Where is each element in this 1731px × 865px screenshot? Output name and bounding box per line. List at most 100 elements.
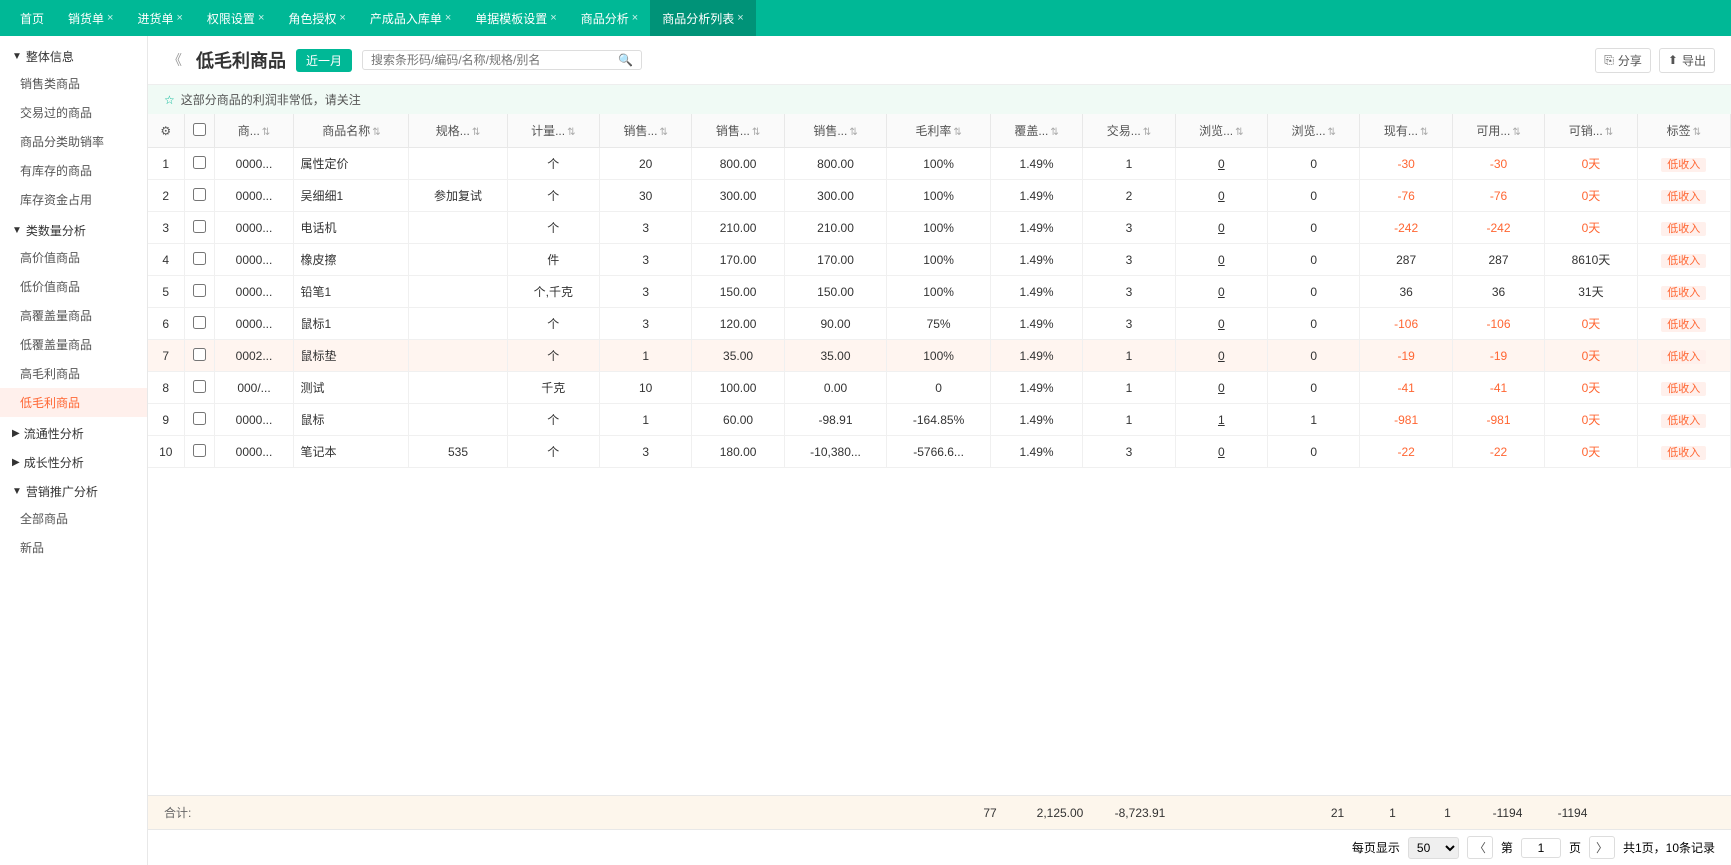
search-icon[interactable]: 🔍 <box>618 53 633 67</box>
row-checkbox[interactable] <box>184 340 214 372</box>
row-select-checkbox[interactable] <box>193 284 206 297</box>
view2-column-header[interactable]: 浏览...⇅ <box>1268 114 1360 148</box>
sidebar-item-traded-goods[interactable]: 交易过的商品 <box>0 98 147 127</box>
search-input[interactable] <box>371 53 618 67</box>
sidebar-group-liquidity[interactable]: ▶ 流通性分析 <box>0 417 147 446</box>
per-page-select[interactable]: 50 20 100 <box>1408 837 1459 859</box>
sidebar-item-high-margin[interactable]: 高毛利商品 <box>0 359 147 388</box>
row-checkbox[interactable] <box>184 244 214 276</box>
gross-margin-column-header[interactable]: 毛利率⇅ <box>887 114 991 148</box>
prev-page-button[interactable]: 〈 <box>1467 836 1493 859</box>
sidebar-item-high-coverage[interactable]: 高覆盖量商品 <box>0 301 147 330</box>
row-view1[interactable]: 0 <box>1175 244 1267 276</box>
transaction-column-header[interactable]: 交易...⇅ <box>1083 114 1175 148</box>
spec-column-header[interactable]: 规格...⇅ <box>409 114 507 148</box>
sidebar-group-overview[interactable]: ▼ 整体信息 <box>0 40 147 69</box>
close-icon[interactable]: × <box>445 12 451 24</box>
row-select-checkbox[interactable] <box>193 348 206 361</box>
available-column-header[interactable]: 可用...⇅ <box>1452 114 1544 148</box>
row-select-checkbox[interactable] <box>193 188 206 201</box>
view1-link[interactable]: 0 <box>1218 253 1225 267</box>
sales-profit-column-header[interactable]: 销售...⇅ <box>784 114 887 148</box>
view1-link[interactable]: 0 <box>1218 317 1225 331</box>
name-column-header[interactable]: 商品名称⇅ <box>294 114 409 148</box>
row-select-checkbox[interactable] <box>193 316 206 329</box>
row-checkbox[interactable] <box>184 436 214 468</box>
nav-item-production[interactable]: 产成品入库单 × <box>358 0 463 36</box>
sidebar-item-low-margin[interactable]: 低毛利商品 <box>0 388 147 417</box>
nav-item-home[interactable]: 首页 <box>8 0 56 36</box>
sidebar-item-sales-goods[interactable]: 销售类商品 <box>0 69 147 98</box>
next-page-button[interactable]: 〉 <box>1589 836 1615 859</box>
sidebar-item-capital[interactable]: 库存资金占用 <box>0 185 147 214</box>
row-select-checkbox[interactable] <box>193 220 206 233</box>
close-icon[interactable]: × <box>339 12 345 24</box>
row-checkbox[interactable] <box>184 148 214 180</box>
row-checkbox[interactable] <box>184 180 214 212</box>
row-checkbox[interactable] <box>184 212 214 244</box>
nav-item-analysis-list[interactable]: 商品分析列表 × <box>650 0 755 36</box>
tag-column-header[interactable]: 标签⇅ <box>1637 114 1730 148</box>
close-icon[interactable]: × <box>550 12 556 24</box>
unit-column-header[interactable]: 计量...⇅ <box>507 114 599 148</box>
sidebar-item-low-value[interactable]: 低价值商品 <box>0 272 147 301</box>
row-view1[interactable]: 0 <box>1175 340 1267 372</box>
close-icon[interactable]: × <box>107 12 113 24</box>
row-view1[interactable]: 0 <box>1175 180 1267 212</box>
row-view1[interactable]: 0 <box>1175 148 1267 180</box>
row-view1[interactable]: 0 <box>1175 276 1267 308</box>
page-number-input[interactable] <box>1521 838 1561 858</box>
sidebar-item-in-stock[interactable]: 有库存的商品 <box>0 156 147 185</box>
share-button[interactable]: ⎘ 分享 <box>1595 48 1651 73</box>
view1-link[interactable]: 0 <box>1218 189 1225 203</box>
row-checkbox[interactable] <box>184 276 214 308</box>
sidebar-item-new-goods[interactable]: 新品 <box>0 533 147 562</box>
nav-item-analysis[interactable]: 商品分析 × <box>569 0 650 36</box>
view1-link[interactable]: 0 <box>1218 157 1225 171</box>
row-view1[interactable]: 0 <box>1175 436 1267 468</box>
view1-link[interactable]: 0 <box>1218 349 1225 363</box>
sidebar-group-growth[interactable]: ▶ 成长性分析 <box>0 446 147 475</box>
saleable-column-header[interactable]: 可销...⇅ <box>1545 114 1637 148</box>
coverage-column-header[interactable]: 覆盖...⇅ <box>990 114 1082 148</box>
current-stock-column-header[interactable]: 现有...⇅ <box>1360 114 1452 148</box>
sales-amount-column-header[interactable]: 销售...⇅ <box>692 114 784 148</box>
sidebar-group-quantity[interactable]: ▼ 类数量分析 <box>0 214 147 243</box>
sidebar-item-high-value[interactable]: 高价值商品 <box>0 243 147 272</box>
sidebar-collapse-button[interactable]: 《 <box>164 46 186 74</box>
settings-column-header[interactable]: ⚙ <box>148 114 184 148</box>
row-checkbox[interactable] <box>184 308 214 340</box>
view1-link[interactable]: 0 <box>1218 445 1225 459</box>
nav-item-purchase[interactable]: 进货单 × <box>125 0 194 36</box>
nav-item-sales[interactable]: 销货单 × <box>56 0 125 36</box>
row-select-checkbox[interactable] <box>193 412 206 425</box>
row-view1[interactable]: 0 <box>1175 212 1267 244</box>
sidebar-item-all-goods[interactable]: 全部商品 <box>0 504 147 533</box>
row-view1[interactable]: 0 <box>1175 308 1267 340</box>
sales-qty-column-header[interactable]: 销售...⇅ <box>599 114 691 148</box>
sidebar-item-category-rate[interactable]: 商品分类助销率 <box>0 127 147 156</box>
view1-link[interactable]: 0 <box>1218 285 1225 299</box>
row-select-checkbox[interactable] <box>193 252 206 265</box>
sidebar-group-marketing[interactable]: ▼ 营销推广分析 <box>0 475 147 504</box>
row-select-checkbox[interactable] <box>193 444 206 457</box>
row-view1[interactable]: 1 <box>1175 404 1267 436</box>
row-checkbox[interactable] <box>184 404 214 436</box>
close-icon[interactable]: × <box>737 12 743 24</box>
close-icon[interactable]: × <box>258 12 264 24</box>
close-icon[interactable]: × <box>632 12 638 24</box>
code-column-header[interactable]: 商...⇅ <box>214 114 294 148</box>
sidebar-item-low-coverage[interactable]: 低覆盖量商品 <box>0 330 147 359</box>
close-icon[interactable]: × <box>176 12 182 24</box>
export-button[interactable]: ⬆ 导出 <box>1659 48 1715 73</box>
nav-item-template[interactable]: 单据模板设置 × <box>463 0 568 36</box>
view1-column-header[interactable]: 浏览...⇅ <box>1175 114 1267 148</box>
row-select-checkbox[interactable] <box>193 380 206 393</box>
select-all-checkbox[interactable] <box>193 123 206 136</box>
view1-link[interactable]: 0 <box>1218 221 1225 235</box>
checkbox-column-header[interactable] <box>184 114 214 148</box>
nav-item-roles[interactable]: 角色授权 × <box>276 0 357 36</box>
row-select-checkbox[interactable] <box>193 156 206 169</box>
row-checkbox[interactable] <box>184 372 214 404</box>
period-button[interactable]: 近一月 <box>296 49 352 72</box>
